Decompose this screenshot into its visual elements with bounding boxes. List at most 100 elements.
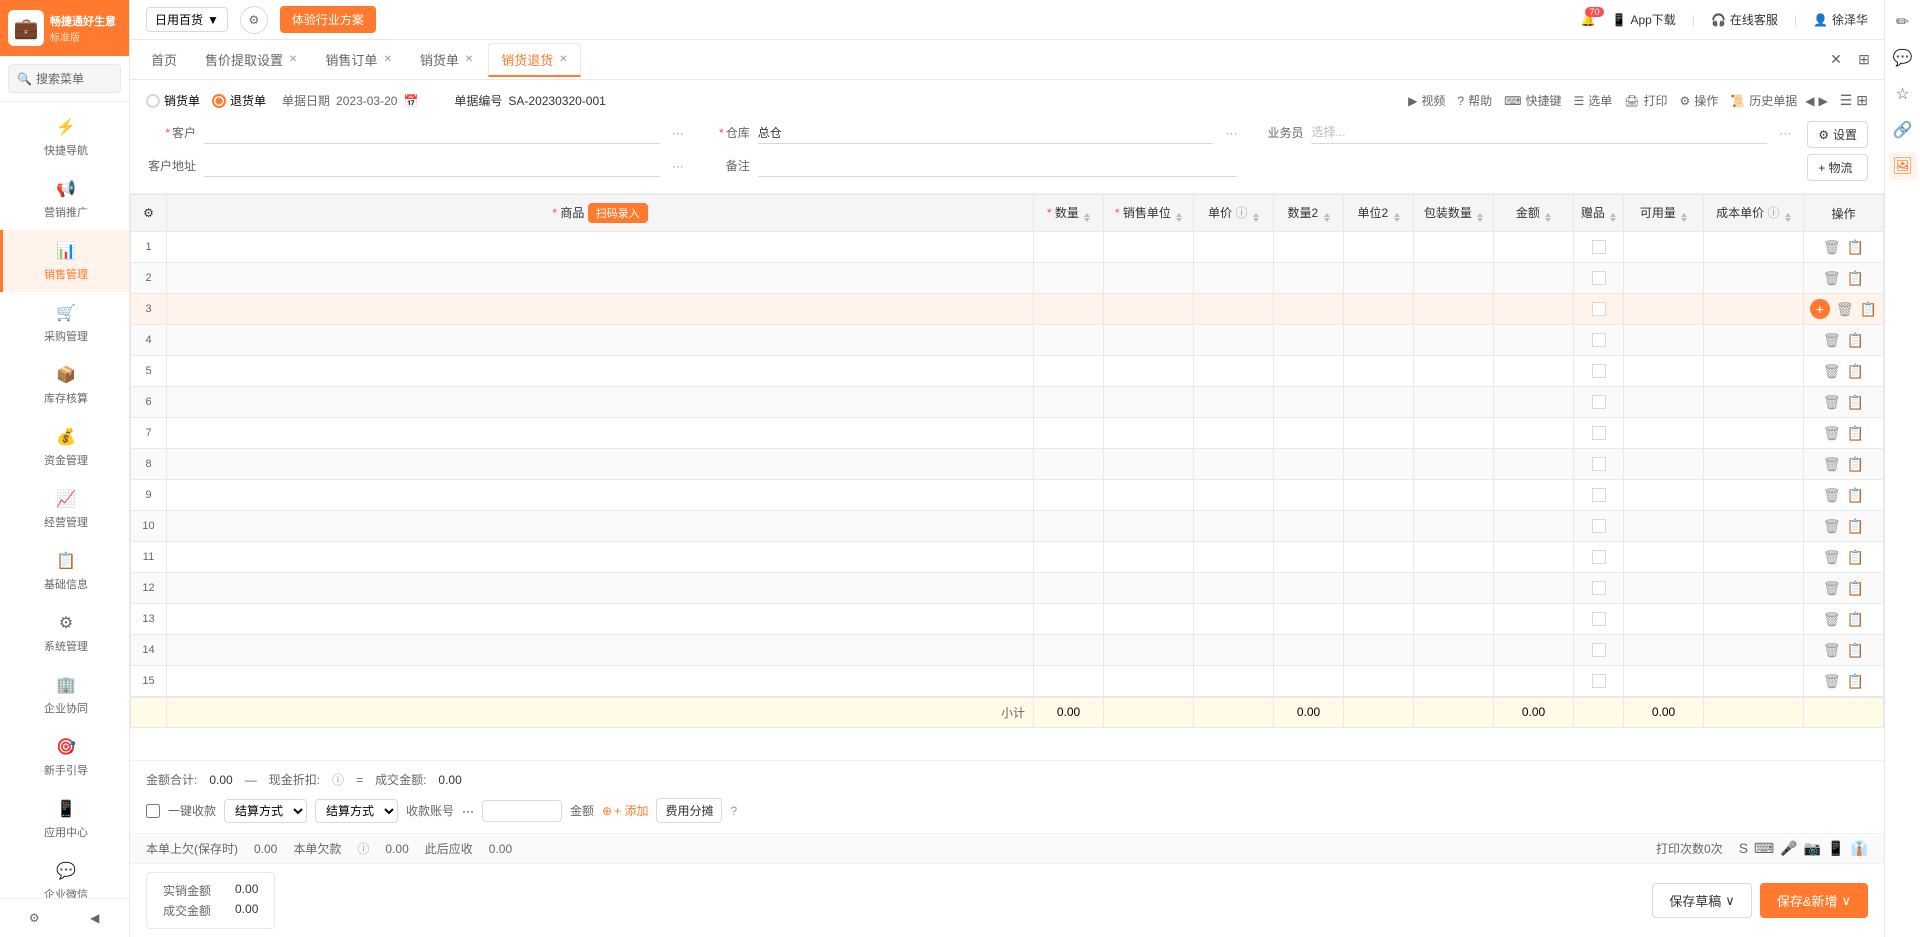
product-cell[interactable] (167, 635, 1034, 666)
gift-sort[interactable] (1610, 213, 1616, 222)
copy-row-button[interactable]: 📋 (1860, 301, 1877, 318)
unit-price-cell[interactable] (1194, 232, 1274, 263)
cost-price-cell[interactable] (1704, 232, 1804, 263)
quantity-cell[interactable] (1034, 635, 1104, 666)
delete-row-button[interactable]: 🗑 (1823, 487, 1841, 504)
header-settings-button[interactable]: ⚙ (240, 6, 268, 34)
save-new-button[interactable]: 保存&新增 ∨ (1760, 883, 1868, 918)
unit2-cell[interactable] (1344, 387, 1414, 418)
unit-price-cell[interactable] (1194, 480, 1274, 511)
pack-qty-cell[interactable] (1414, 604, 1494, 635)
gift-cell[interactable] (1574, 573, 1624, 604)
amount-input[interactable] (482, 800, 562, 822)
sales-unit-cell[interactable] (1104, 480, 1194, 511)
delete-row-button[interactable]: 🗑 (1823, 425, 1841, 442)
qty2-cell[interactable] (1274, 263, 1344, 294)
mic-icon[interactable]: 🎤 (1780, 840, 1797, 857)
camera-icon[interactable]: 📷 (1804, 840, 1821, 857)
delete-row-button[interactable]: 🗑 (1823, 673, 1841, 690)
keyboard-icon[interactable]: ⌨ (1754, 840, 1774, 857)
industry-select[interactable]: 日用百货 ▼ (146, 7, 228, 32)
qty2-cell[interactable] (1274, 542, 1344, 573)
right-edit-button[interactable]: ✏ (1889, 8, 1917, 36)
amount-cell[interactable] (1494, 511, 1574, 542)
amount-sort[interactable] (1545, 213, 1551, 222)
amount-cell[interactable] (1494, 325, 1574, 356)
sidebar-collapse-button[interactable]: ◀ (69, 907, 122, 929)
unit-price-cell[interactable] (1194, 542, 1274, 573)
available-cell[interactable] (1624, 542, 1704, 573)
qty2-cell[interactable] (1274, 511, 1344, 542)
copy-row-button[interactable]: 📋 (1847, 549, 1864, 566)
add-button[interactable]: ⊕ + 添加 (602, 802, 648, 819)
sales-order-radio[interactable]: 销货单 (146, 92, 200, 109)
gift-checkbox[interactable] (1592, 302, 1606, 316)
unit-price-sort[interactable] (1253, 213, 1259, 222)
unit-price-cell[interactable] (1194, 511, 1274, 542)
cost-price-cell[interactable] (1704, 666, 1804, 698)
delete-row-button[interactable]: 🗑 (1823, 394, 1841, 411)
sales-unit-cell[interactable] (1104, 232, 1194, 263)
qty2-cell[interactable] (1274, 573, 1344, 604)
gift-cell[interactable] (1574, 232, 1624, 263)
select-action[interactable]: ☰ 选单 (1573, 92, 1612, 109)
customer-input[interactable] (204, 121, 660, 144)
copy-row-button[interactable]: 📋 (1847, 425, 1864, 442)
product-cell[interactable] (167, 573, 1034, 604)
gift-cell[interactable] (1574, 480, 1624, 511)
gift-cell[interactable] (1574, 604, 1624, 635)
amount-cell[interactable] (1494, 480, 1574, 511)
cost-price-cell[interactable] (1704, 449, 1804, 480)
sales-unit-cell[interactable] (1104, 542, 1194, 573)
pack-qty-cell[interactable] (1414, 418, 1494, 449)
unit-price-info-icon[interactable]: ⓘ (1235, 206, 1247, 220)
unit-price-cell[interactable] (1194, 294, 1274, 325)
warehouse-input[interactable] (758, 121, 1214, 144)
unit2-cell[interactable] (1344, 635, 1414, 666)
calendar-icon[interactable]: 📅 (403, 94, 418, 108)
cost-price-cell[interactable] (1704, 356, 1804, 387)
available-cell[interactable] (1624, 604, 1704, 635)
customer-dots-button[interactable]: ··· (672, 126, 684, 140)
amount-cell[interactable] (1494, 604, 1574, 635)
video-action[interactable]: ▶ 视频 (1408, 92, 1445, 109)
gift-checkbox[interactable] (1592, 488, 1606, 502)
product-cell[interactable] (167, 604, 1034, 635)
experience-button[interactable]: 体验行业方案 (280, 6, 376, 33)
qty2-sort[interactable] (1324, 213, 1330, 222)
cost-price-cell[interactable] (1704, 480, 1804, 511)
pack-qty-sort[interactable] (1477, 213, 1483, 222)
quantity-cell[interactable] (1034, 604, 1104, 635)
unit2-cell[interactable] (1344, 480, 1414, 511)
copy-row-button[interactable]: 📋 (1847, 239, 1864, 256)
gift-checkbox[interactable] (1592, 426, 1606, 440)
sidebar-item-basic[interactable]: 📋 基础信息 (0, 540, 129, 602)
qty2-cell[interactable] (1274, 449, 1344, 480)
unit2-cell[interactable] (1344, 604, 1414, 635)
quantity-cell[interactable] (1034, 542, 1104, 573)
tab-price-settings[interactable]: 售价提取设置 ✕ (192, 43, 310, 76)
available-cell[interactable] (1624, 480, 1704, 511)
copy-row-button[interactable]: 📋 (1847, 456, 1864, 473)
copy-row-button[interactable]: 📋 (1847, 363, 1864, 380)
product-cell[interactable] (167, 418, 1034, 449)
sidebar-item-finance[interactable]: 💰 资金管理 (0, 416, 129, 478)
unit2-cell[interactable] (1344, 294, 1414, 325)
cost-price-cell[interactable] (1704, 635, 1804, 666)
gift-cell[interactable] (1574, 666, 1624, 698)
tab-close-icon[interactable]: ✕ (465, 54, 473, 65)
copy-row-button[interactable]: 📋 (1847, 394, 1864, 411)
delete-row-button[interactable]: 🗑 (1823, 270, 1841, 287)
tab-sales-return[interactable]: 销货退货 ✕ (488, 43, 580, 77)
address-input[interactable] (204, 154, 660, 177)
gift-cell[interactable] (1574, 387, 1624, 418)
gift-cell[interactable] (1574, 635, 1624, 666)
amount-cell[interactable] (1494, 418, 1574, 449)
settlement-select[interactable]: 结算方式 (224, 799, 307, 823)
gift-cell[interactable] (1574, 449, 1624, 480)
delete-row-button[interactable]: 🗑 (1823, 611, 1841, 628)
unit-price-cell[interactable] (1194, 666, 1274, 698)
unit-price-cell[interactable] (1194, 604, 1274, 635)
tab-home[interactable]: 首页 (138, 43, 190, 76)
gift-cell[interactable] (1574, 418, 1624, 449)
